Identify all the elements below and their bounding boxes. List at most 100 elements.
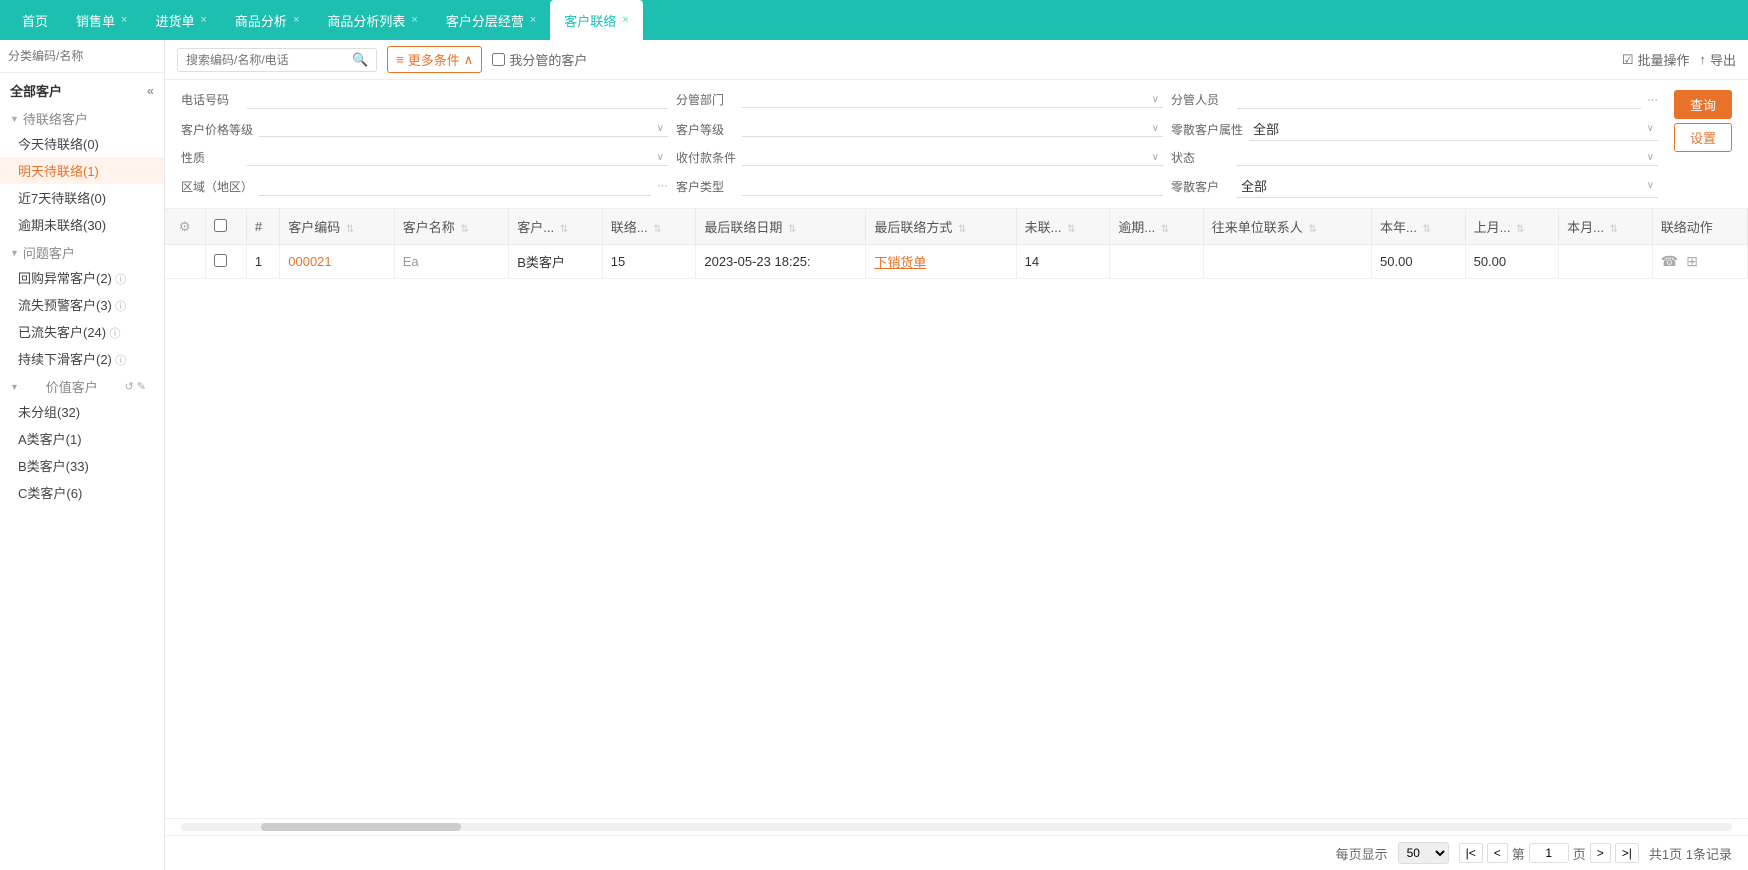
- payment-select[interactable]: ∨: [742, 150, 1163, 166]
- sort-contact-icon: ⇅: [653, 224, 661, 235]
- page-label: 第: [1512, 844, 1525, 863]
- collapse-icon[interactable]: «: [147, 83, 154, 98]
- sidebar-item-ungroup[interactable]: 未分组(32): [0, 398, 164, 425]
- nav-purchase[interactable]: 进货单 ×: [141, 0, 220, 40]
- dept-select[interactable]: ∨: [742, 92, 1163, 108]
- page-next-btn[interactable]: >: [1590, 843, 1611, 863]
- nav-analysis[interactable]: 商品分析 ×: [221, 0, 313, 40]
- nav-customer-layer[interactable]: 客户分层经营 ×: [432, 0, 550, 40]
- col-last-month[interactable]: 上月... ⇅: [1465, 209, 1559, 245]
- nav-customer-contact[interactable]: 客户联络 ×: [550, 0, 642, 40]
- settings-icon[interactable]: ⚙: [179, 219, 191, 234]
- col-name[interactable]: 客户名称 ⇅: [394, 209, 508, 245]
- sidebar-item-lostwarning[interactable]: 流失预警客户(3) ⓘ: [0, 291, 164, 318]
- nav-sales[interactable]: 销售单 ×: [62, 0, 141, 40]
- page-first-btn[interactable]: |<: [1459, 843, 1483, 863]
- nav-analysis-close[interactable]: ×: [293, 14, 299, 26]
- page-prev-btn[interactable]: <: [1487, 843, 1508, 863]
- main-layout: 🔍 全部客户 « 待联络客户 今天待联络(0) 明天待联络(1) 近7天待联络(…: [0, 40, 1748, 870]
- nav-customer-layer-close[interactable]: ×: [530, 14, 536, 26]
- sort-date-icon: ⇅: [788, 224, 796, 235]
- area-more[interactable]: ···: [657, 180, 668, 192]
- customer-type-input[interactable]: [742, 177, 1163, 196]
- grid-action-icon[interactable]: ⊞: [1686, 253, 1698, 270]
- query-button[interactable]: 查询: [1674, 90, 1732, 119]
- price-level-select[interactable]: ∨: [259, 121, 668, 137]
- col-code[interactable]: 客户编码 ⇅: [280, 209, 394, 245]
- my-customer-checkbox[interactable]: [492, 53, 505, 66]
- select-all-checkbox[interactable]: [214, 219, 227, 232]
- my-customer-check[interactable]: 我分管的客户: [492, 50, 587, 69]
- nav-sales-close[interactable]: ×: [121, 14, 127, 26]
- col-this-month[interactable]: 本月... ⇅: [1559, 209, 1653, 245]
- price-level-label: 客户价格等级: [181, 121, 253, 138]
- area-input[interactable]: [259, 177, 651, 196]
- sidebar-item-tomorrow[interactable]: 明天待联络(1): [0, 157, 164, 184]
- person-more[interactable]: ···: [1647, 94, 1658, 106]
- sidebar-item-overdue[interactable]: 逾期未联络(30): [0, 211, 164, 238]
- nav-purchase-close[interactable]: ×: [200, 14, 206, 26]
- cell-checkbox[interactable]: [205, 245, 246, 279]
- phone-input[interactable]: [247, 90, 668, 109]
- nav-analysis-list[interactable]: 商品分析列表 ×: [313, 0, 431, 40]
- batch-btn[interactable]: ☑ 批量操作: [1622, 50, 1690, 69]
- nav-home[interactable]: 首页: [8, 0, 62, 40]
- cell-code[interactable]: 000021: [280, 245, 394, 279]
- cell-name[interactable]: Ea: [394, 245, 508, 279]
- phone-action-icon[interactable]: ☎: [1661, 253, 1678, 270]
- value-customer-label: 价值客户: [46, 377, 98, 396]
- col-this-year[interactable]: 本年... ⇅: [1372, 209, 1466, 245]
- nav-analysis-list-close[interactable]: ×: [411, 14, 417, 26]
- page-input[interactable]: [1529, 843, 1569, 863]
- scrollbar-thumb[interactable]: [261, 823, 461, 831]
- sidebar-item-cclass[interactable]: C类客户(6): [0, 479, 164, 506]
- page-nav: |< < 第 页 > >|: [1459, 843, 1639, 863]
- toolbar: 🔍 ≡ 更多条件 ∧ 我分管的客户 ☑ 批量操作 ↑ 导出: [165, 40, 1748, 80]
- sidebar-search-input[interactable]: [8, 49, 163, 63]
- col-type[interactable]: 客户... ⇅: [509, 209, 603, 245]
- search-input[interactable]: [186, 53, 346, 67]
- person-input[interactable]: [1237, 90, 1641, 109]
- retail-select[interactable]: 全部∨: [1237, 174, 1658, 198]
- sidebar-item-lost[interactable]: 已流失客户(24) ⓘ: [0, 318, 164, 345]
- pending-contact-group[interactable]: 待联络客户: [0, 104, 164, 130]
- col-contact[interactable]: 联络... ⇅: [602, 209, 696, 245]
- help-icon-lost: ⓘ: [109, 328, 120, 340]
- sidebar-item-aclass[interactable]: A类客户(1): [0, 425, 164, 452]
- set-button[interactable]: 设置: [1674, 123, 1732, 152]
- all-customers-section[interactable]: 全部客户 «: [0, 73, 164, 104]
- sidebar-item-bclass[interactable]: B类客户(33): [0, 452, 164, 479]
- status-select[interactable]: ∨: [1237, 150, 1658, 166]
- value-customer-icons[interactable]: ↺ ✎: [125, 380, 147, 393]
- sidebar-item-abnormal[interactable]: 回购异常客户(2) ⓘ: [0, 264, 164, 291]
- problem-customer-group[interactable]: 问题客户: [0, 238, 164, 264]
- col-checkbox[interactable]: [205, 209, 246, 245]
- row-checkbox[interactable]: [214, 254, 227, 267]
- filter-row-2: 客户价格等级 ∨ 客户等级 ∨ 零散客户属性: [181, 117, 1658, 141]
- page-last-btn[interactable]: >|: [1615, 843, 1639, 863]
- sidebar-item-7days[interactable]: 近7天待联络(0): [0, 184, 164, 211]
- problem-customer-label: 问题客户: [23, 243, 75, 262]
- value-customer-group[interactable]: 价值客户 ↺ ✎: [0, 372, 164, 398]
- search-icon[interactable]: 🔍: [352, 52, 368, 68]
- col-company-contact[interactable]: 往来单位联系人 ⇅: [1203, 209, 1371, 245]
- search-box: 🔍: [177, 48, 377, 72]
- retail-attr-select[interactable]: 全部∨: [1249, 117, 1658, 141]
- col-settings[interactable]: ⚙: [165, 209, 205, 245]
- nature-select[interactable]: ∨: [247, 150, 668, 166]
- sidebar-item-declining[interactable]: 持续下滑客户(2) ⓘ: [0, 345, 164, 372]
- col-not-contact[interactable]: 未联... ⇅: [1016, 209, 1110, 245]
- cell-last-way[interactable]: 下销货单: [866, 245, 1016, 279]
- col-last-date[interactable]: 最后联络日期 ⇅: [696, 209, 866, 245]
- cell-settings: [165, 245, 205, 279]
- cell-overdue: [1110, 245, 1204, 279]
- nav-customer-contact-close[interactable]: ×: [622, 14, 628, 26]
- customer-level-select[interactable]: ∨: [742, 121, 1163, 137]
- filter-more-btn[interactable]: ≡ 更多条件 ∧: [387, 46, 482, 73]
- col-overdue[interactable]: 逾期... ⇅: [1110, 209, 1204, 245]
- sidebar-item-today[interactable]: 今天待联络(0): [0, 130, 164, 157]
- batch-label: 批量操作: [1637, 50, 1689, 69]
- per-page-select[interactable]: 50 100: [1398, 842, 1449, 864]
- export-btn[interactable]: ↑ 导出: [1699, 50, 1736, 69]
- col-last-way[interactable]: 最后联络方式 ⇅: [866, 209, 1016, 245]
